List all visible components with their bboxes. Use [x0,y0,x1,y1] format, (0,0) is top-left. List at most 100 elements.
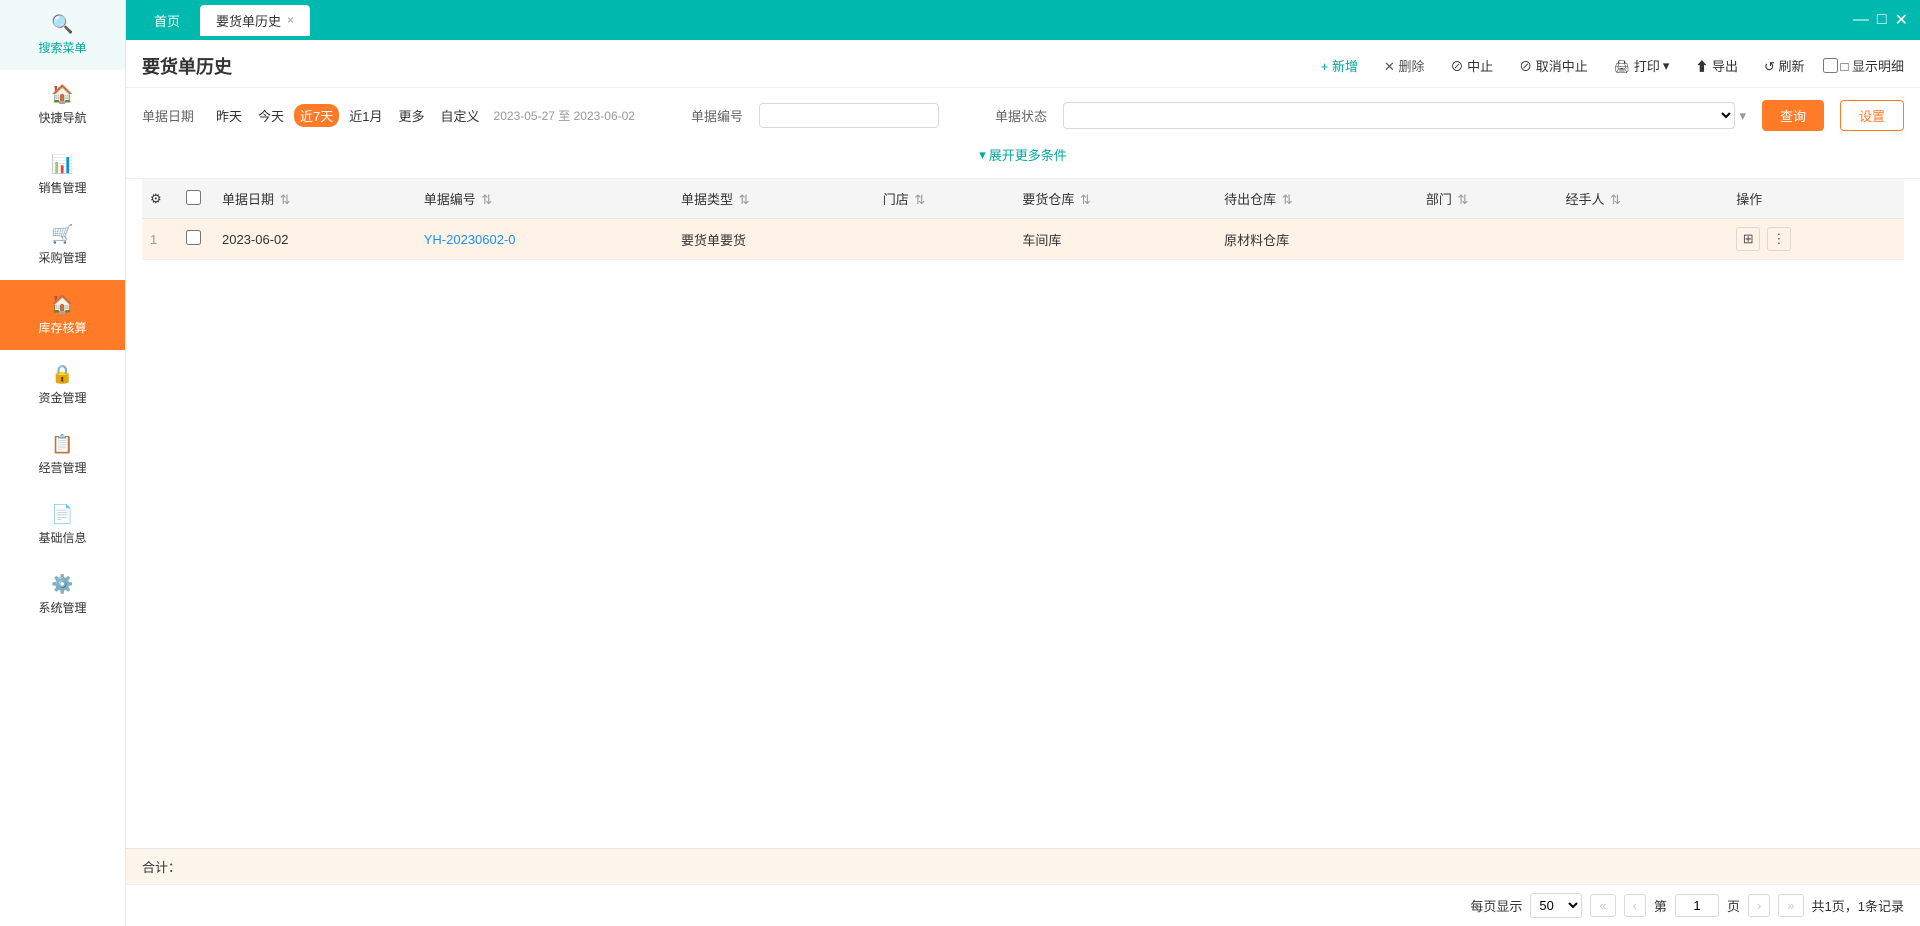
minimize-button[interactable]: — [1853,11,1869,29]
next-page-button[interactable]: › [1748,894,1770,917]
page-size-select[interactable]: 50 100 [1530,893,1582,918]
filter-area: 单据日期 昨天 今天 近7天 近1月 更多 自定义 2023-05-27 至 2… [126,88,1920,179]
row-pending-warehouse: 原材料仓库 [1216,219,1418,260]
system-icon: ⚙️ [51,574,73,595]
query-button[interactable]: 查询 [1762,100,1824,131]
total-records-info: 共1页，1条记录 [1812,896,1904,915]
sort-store-icon[interactable]: ⇅ [914,192,925,207]
tab-close-icon[interactable]: × [287,13,294,27]
delete-button[interactable]: ✕ 删除 [1376,52,1433,79]
th-settings: ⚙ [142,179,178,219]
settings-button[interactable]: 设置 [1840,100,1904,131]
sidebar-item-label: 搜索菜单 [38,39,86,56]
basic-info-icon: 📄 [51,504,73,525]
row-num: 1 [142,219,178,260]
print-button[interactable]: 🖨 打印 ▾ [1606,52,1678,79]
date-range-display: 2023-05-27 至 2023-06-02 [494,107,635,124]
th-checkbox [178,179,214,219]
yesterday-shortcut[interactable]: 昨天 [210,104,248,127]
order-num-input[interactable] [759,103,939,128]
month-shortcut[interactable]: 近1月 [343,104,388,127]
tab-home[interactable]: 首页 [138,5,196,36]
row-order-type: 要货单要货 [673,219,875,260]
operations-icon: 📋 [51,434,73,455]
week-shortcut[interactable]: 近7天 [294,104,339,127]
filter-row-1: 单据日期 昨天 今天 近7天 近1月 更多 自定义 2023-05-27 至 2… [142,100,1904,131]
th-department: 部门 ⇅ [1418,179,1558,219]
select-all-checkbox[interactable] [186,190,201,205]
sidebar-item-search-menu[interactable]: 🔍 搜索菜单 [0,0,125,70]
th-order-type: 单据类型 ⇅ [673,179,875,219]
sidebar-item-label: 销售管理 [38,179,86,196]
new-button[interactable]: + 新增 [1313,52,1366,79]
show-detail-checkbox[interactable] [1823,58,1838,73]
orders-table: ⚙ 单据日期 ⇅ 单据编号 ⇅ [142,179,1904,260]
page-number-input[interactable] [1675,894,1719,917]
th-store: 门店 ⇅ [875,179,1015,219]
order-num-label: 单据编号 [691,106,743,125]
date-label: 单据日期 [142,106,194,125]
today-shortcut[interactable]: 今天 [252,104,290,127]
topbar-right-buttons: — □ ✕ [1853,10,1908,30]
status-select[interactable] [1063,102,1735,129]
th-pending-warehouse: 待出仓库 ⇅ [1216,179,1418,219]
footer-total: 合计： [126,848,1920,884]
purchase-icon: 🛒 [51,224,73,245]
sidebar-item-quick-nav[interactable]: 🏠 快捷导航 [0,70,125,140]
sidebar-item-system[interactable]: ⚙️ 系统管理 [0,560,125,630]
cancel-suspend-button[interactable]: ⊘ 取消中止 [1511,52,1596,79]
more-shortcut[interactable]: 更多 [393,104,431,127]
sort-order-num-icon[interactable]: ⇅ [481,192,492,207]
sidebar-item-label: 库存核算 [38,319,86,336]
page-unit: 页 [1727,896,1740,915]
sidebar-item-finance[interactable]: 🔒 资金管理 [0,350,125,420]
export-button[interactable]: ⬆ 导出 [1687,52,1746,79]
table-header-row: ⚙ 单据日期 ⇅ 单据编号 ⇅ [142,179,1904,219]
table-settings-icon[interactable]: ⚙ [150,191,162,206]
th-operations: 操作 [1728,179,1904,219]
page-label: 第 [1654,896,1667,915]
sort-date-icon[interactable]: ⇅ [280,192,291,207]
row-department [1418,219,1558,260]
maximize-button[interactable]: □ [1877,11,1887,29]
row-more-button[interactable]: ⋮ [1767,227,1791,251]
total-label: 合计： [142,857,181,876]
sidebar-item-basic-info[interactable]: 📄 基础信息 [0,490,125,560]
topbar: 首页 要货单历史 × — □ ✕ [126,0,1920,40]
quick-nav-icon: 🏠 [51,84,73,105]
row-store [875,219,1015,260]
sidebar-item-sales[interactable]: 📊 销售管理 [0,140,125,210]
th-date: 单据日期 ⇅ [214,179,416,219]
sort-department-icon[interactable]: ⇅ [1457,192,1468,207]
last-page-button[interactable]: » [1778,894,1803,917]
row-order-num: YH-20230602-0 [416,219,673,260]
sort-req-warehouse-icon[interactable]: ⇅ [1080,192,1091,207]
sort-handler-icon[interactable]: ⇅ [1610,192,1621,207]
row-operations: ⊞ ⋮ [1728,219,1904,260]
pagination: 每页显示 50 100 « ‹ 第 页 › » 共1页，1条记录 [126,884,1920,926]
first-page-button[interactable]: « [1590,894,1615,917]
sidebar-item-label: 资金管理 [38,389,86,406]
inventory-icon: 🏠 [51,294,73,315]
table-body: 1 2023-06-02 YH-20230602-0 要货单要货 车间库 原材料… [142,219,1904,260]
refresh-button[interactable]: ↺ 刷新 [1756,52,1813,79]
status-select-wrap: ▾ [1063,102,1746,129]
suspend-button[interactable]: ⊘ 中止 [1442,52,1501,79]
show-detail-button[interactable]: □ 显示明细 [1823,56,1904,75]
expand-more-button[interactable]: ▾ 展开更多条件 [971,143,1075,166]
row-view-button[interactable]: ⊞ [1736,227,1760,251]
sidebar-item-purchase[interactable]: 🛒 采购管理 [0,210,125,280]
sort-order-type-icon[interactable]: ⇅ [739,192,750,207]
sidebar-item-inventory[interactable]: 🏠 库存核算 [0,280,125,350]
finance-icon: 🔒 [51,364,73,385]
per-page-label: 每页显示 [1470,896,1522,915]
tab-order-history[interactable]: 要货单历史 × [200,5,310,36]
close-window-button[interactable]: ✕ [1895,10,1908,30]
custom-shortcut[interactable]: 自定义 [435,104,486,127]
table-row: 1 2023-06-02 YH-20230602-0 要货单要货 车间库 原材料… [142,219,1904,260]
sidebar-item-label: 基础信息 [38,529,86,546]
sort-pending-warehouse-icon[interactable]: ⇅ [1282,192,1293,207]
sidebar-item-operations[interactable]: 📋 经营管理 [0,420,125,490]
prev-page-button[interactable]: ‹ [1624,894,1646,917]
page-title: 要货单历史 [142,53,232,79]
